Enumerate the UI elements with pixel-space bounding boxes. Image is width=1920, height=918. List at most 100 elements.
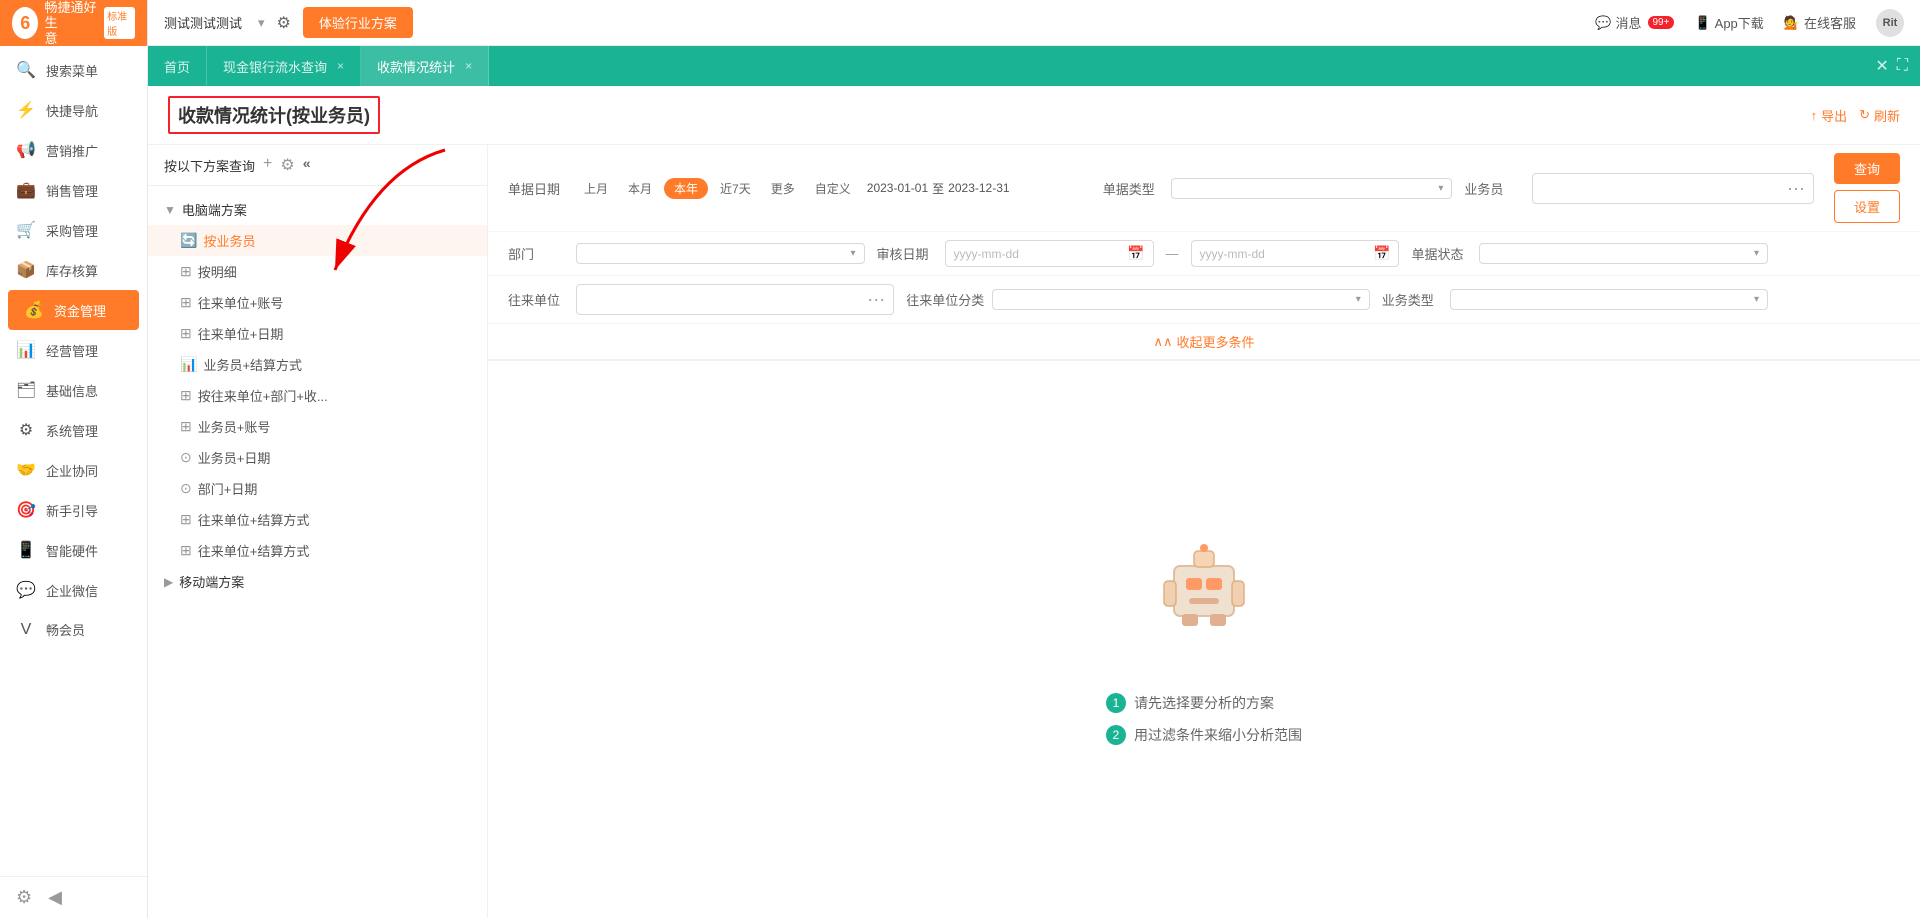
doc-status-label: 单据状态 (1411, 244, 1471, 263)
partner-select[interactable]: ··· (576, 284, 894, 315)
sidebar: 6 畅捷通好生 意 标准版 🔍 搜索菜单 ⚡ 快捷导航 📢 营销推广 💼 销售管… (0, 0, 148, 918)
tab-home[interactable]: 首页 (148, 46, 207, 86)
empty-text: 1 请先选择要分析的方案 2 用过滤条件来缩小分析范围 (1106, 685, 1302, 753)
date-tab-this-month[interactable]: 本月 (620, 178, 660, 199)
refresh-btn[interactable]: ↻ 刷新 (1859, 106, 1900, 125)
collapse-arrow-icon: ∧∧ (1153, 334, 1172, 350)
tree-group-desktop-header[interactable]: ▼ 电脑端方案 (148, 194, 487, 225)
review-date-to[interactable]: yyyy-mm-dd 📅 (1191, 240, 1400, 267)
sidebar-item-purchase[interactable]: 🛒 采购管理 (0, 210, 147, 250)
refresh-icon: ↻ (1859, 107, 1870, 123)
schema-settings-icon[interactable]: ⚙ (280, 155, 294, 175)
topbar-dropdown-arrow[interactable]: ▾ (258, 15, 265, 31)
tree-item-partner-settle2[interactable]: ⊞ 往来单位+结算方式 (148, 535, 487, 566)
dept-arrow: ▾ (851, 248, 856, 259)
collapse-bar[interactable]: ∧∧ 收起更多条件 (488, 324, 1920, 360)
page-actions: ↑ 导出 ↻ 刷新 (1811, 106, 1900, 125)
schema-header-icons: + ⚙ « (263, 155, 310, 175)
calendar-from-icon: 📅 (1127, 245, 1144, 262)
avatar[interactable]: Rit (1876, 9, 1904, 37)
collapse-label: 收起更多条件 (1177, 332, 1255, 351)
tab-collection-stats[interactable]: 收款情况统计 × (361, 46, 489, 86)
topbar-gear-icon[interactable]: ⚙ (277, 13, 291, 33)
step-1-num: 1 (1106, 693, 1126, 713)
tree-item-salesperson-date[interactable]: ⊙ 业务员+日期 (148, 442, 487, 473)
salesperson-select[interactable]: ··· (1532, 173, 1814, 204)
export-btn[interactable]: ↑ 导出 (1811, 106, 1848, 125)
footer-settings-icon[interactable]: ⚙ (16, 887, 32, 908)
tree-item-by-salesperson[interactable]: 🔄 按业务员 (148, 225, 487, 256)
biz-type-arrow: ▾ (1754, 294, 1759, 305)
empty-illustration (1144, 526, 1264, 665)
tree-item-partner-account[interactable]: ⊞ 往来单位+账号 (148, 287, 487, 318)
sidebar-item-enterprise[interactable]: 🤝 企业协同 (0, 450, 147, 490)
partner-more-btn[interactable]: ··· (867, 289, 885, 310)
filter-field-review-date: 审核日期 yyyy-mm-dd 📅 — yyyy-mm-dd 📅 (877, 240, 1400, 267)
tree-item-salesperson-account[interactable]: ⊞ 业务员+账号 (148, 411, 487, 442)
sidebar-item-smart-hw[interactable]: 📱 智能硬件 (0, 530, 147, 570)
sidebar-item-member[interactable]: V 畅会员 (0, 610, 147, 649)
sidebar-item-capital[interactable]: 💰 资金管理 (8, 290, 139, 330)
sidebar-item-search-menu[interactable]: 🔍 搜索菜单 (0, 50, 147, 90)
sidebar-item-wechat[interactable]: 💬 企业微信 (0, 570, 147, 610)
filter-field-salesperson: 业务员 ··· (1464, 173, 1814, 204)
query-btn[interactable]: 查询 (1834, 153, 1900, 184)
operations-icon: 📊 (16, 340, 36, 360)
date-tab-last-month[interactable]: 上月 (576, 178, 616, 199)
doc-type-arrow: ▾ (1438, 183, 1443, 194)
trial-btn[interactable]: 体验行业方案 (303, 7, 413, 38)
date-tab-more[interactable]: 更多 (763, 178, 803, 199)
sidebar-item-sales[interactable]: 💼 销售管理 (0, 170, 147, 210)
biz-type-select[interactable]: ▾ (1450, 289, 1768, 310)
date-tab-7days[interactable]: 近7天 (712, 178, 759, 199)
calendar-to-icon: 📅 (1373, 245, 1390, 262)
tree-item-salesperson-settle[interactable]: 📊 业务员+结算方式 (148, 349, 487, 380)
content-body: 1 请先选择要分析的方案 2 用过滤条件来缩小分析范围 (488, 361, 1920, 918)
schema-add-icon[interactable]: + (263, 155, 272, 175)
doc-status-select[interactable]: ▾ (1479, 243, 1768, 264)
date-tab-this-year[interactable]: 本年 (664, 178, 708, 199)
dept-select[interactable]: ▾ (576, 243, 865, 264)
tab-fullscreen-icon[interactable]: ⛶ (1897, 57, 1908, 75)
filter-field-biz-type: 业务类型 ▾ (1382, 289, 1768, 310)
settings-btn[interactable]: 设置 (1834, 190, 1900, 223)
step-2-num: 2 (1106, 725, 1126, 745)
sidebar-item-inventory[interactable]: 📦 库存核算 (0, 250, 147, 290)
schema-collapse-icon[interactable]: « (303, 155, 311, 175)
app-download-action[interactable]: 📱 App下载 (1694, 13, 1763, 32)
smart-hw-icon: 📱 (16, 540, 36, 560)
review-date-from[interactable]: yyyy-mm-dd 📅 (945, 240, 1154, 267)
tree-item-partner-date[interactable]: ⊞ 往来单位+日期 (148, 318, 487, 349)
filter-row-1: 单据日期 上月 本月 本年 近7天 更多 自定义 2023-01-01 (488, 145, 1920, 232)
date-tab-custom[interactable]: 自定义 (807, 178, 859, 199)
partner-category-select[interactable]: ▾ (992, 289, 1369, 310)
tree-group-desktop: ▼ 电脑端方案 🔄 按业务员 ⊞ 按明细 ⊞ (148, 194, 487, 566)
tab-collection-stats-close[interactable]: × (465, 59, 472, 73)
sidebar-item-quick-nav[interactable]: ⚡ 快捷导航 (0, 90, 147, 130)
messages-action[interactable]: 💬 消息 99+ (1595, 13, 1674, 32)
newbie-icon: 🎯 (16, 500, 36, 520)
messages-badge: 99+ (1648, 16, 1675, 29)
tree-item-partner-settle1[interactable]: ⊞ 往来单位+结算方式 (148, 504, 487, 535)
partner-category-arrow: ▾ (1356, 294, 1361, 305)
tree-item-dept-date[interactable]: ⊙ 部门+日期 (148, 473, 487, 504)
sidebar-item-operations[interactable]: 📊 经营管理 (0, 330, 147, 370)
doc-status-arrow: ▾ (1754, 248, 1759, 259)
footer-collapse-icon[interactable]: ◀ (48, 887, 62, 908)
sidebar-item-newbie[interactable]: 🎯 新手引导 (0, 490, 147, 530)
tree-item-by-detail[interactable]: ⊞ 按明细 (148, 256, 487, 287)
tab-bank-flow-close[interactable]: × (337, 59, 344, 73)
tree-group-mobile-header[interactable]: ▶ 移动端方案 (148, 566, 487, 597)
online-service-action[interactable]: 💁 在线客服 (1784, 13, 1856, 32)
tree-item-salesperson-settle-icon: 📊 (180, 356, 197, 373)
tab-bank-flow[interactable]: 现金银行流水查询 × (207, 46, 361, 86)
sidebar-item-basic-info[interactable]: 🗂 基础信息 (0, 370, 147, 410)
sidebar-item-system[interactable]: ⚙ 系统管理 (0, 410, 147, 450)
content-area: 收款情况统计(按业务员) ↑ 导出 ↻ 刷新 按以下方案查询 + (148, 86, 1920, 918)
sidebar-item-marketing[interactable]: 📢 营销推广 (0, 130, 147, 170)
salesperson-more-btn[interactable]: ··· (1787, 178, 1805, 199)
tab-close-window-icon[interactable]: ✕ (1875, 56, 1888, 76)
tree-item-salesperson-acct-icon: ⊞ (180, 418, 192, 435)
tree-item-partner-dept-collect[interactable]: ⊞ 按往来单位+部门+收... (148, 380, 487, 411)
doc-type-select[interactable]: ▾ (1171, 178, 1453, 199)
